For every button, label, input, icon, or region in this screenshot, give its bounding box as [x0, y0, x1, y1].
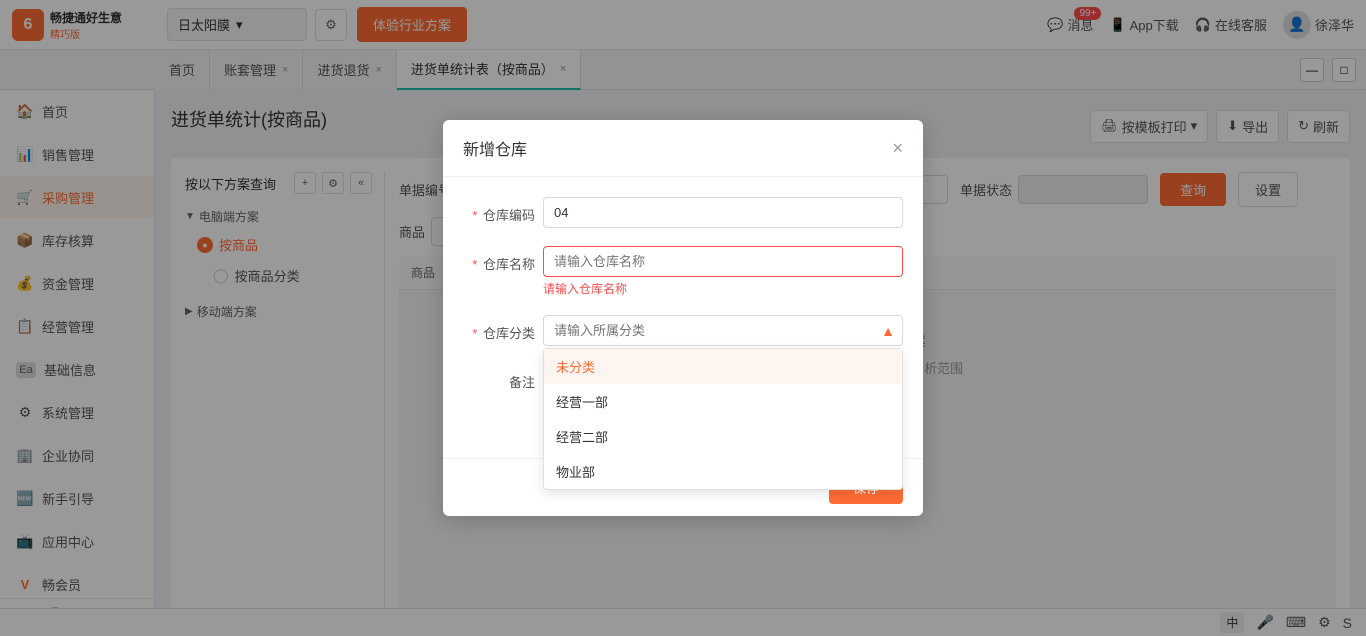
dialog-title: 新增仓库 — [463, 136, 527, 160]
field-warehouse-code: * 仓库编码 — [463, 197, 903, 228]
category-dropdown: 未分类 经营一部 经营二部 物业部 — [543, 348, 903, 490]
dialog-body: * 仓库编码 * 仓库名称 请输入仓库名称 * 仓库分类 ▲ — [443, 177, 923, 458]
warehouse-category-label: * 仓库分类 — [463, 315, 543, 342]
dialog-close-button[interactable]: × — [892, 138, 903, 159]
warehouse-name-label: * 仓库名称 — [463, 246, 543, 273]
required-star-3: * — [472, 326, 477, 341]
dropdown-item-dept2[interactable]: 经营二部 — [544, 419, 902, 454]
dropdown-item-dept3[interactable]: 物业部 — [544, 454, 902, 489]
field-warehouse-name: * 仓库名称 请输入仓库名称 — [463, 246, 903, 297]
name-error-message: 请输入仓库名称 — [543, 280, 903, 297]
warehouse-name-input[interactable] — [543, 246, 903, 277]
dropdown-item-uncategorized[interactable]: 未分类 — [544, 349, 902, 384]
required-star: * — [472, 208, 477, 223]
warehouse-name-wrap: 请输入仓库名称 — [543, 246, 903, 297]
category-dropdown-arrow-icon[interactable]: ▲ — [881, 323, 895, 339]
warehouse-category-wrap: ▲ 未分类 经营一部 经营二部 物业部 — [543, 315, 903, 346]
required-star-2: * — [472, 257, 477, 272]
add-warehouse-dialog: 新增仓库 × * 仓库编码 * 仓库名称 请输入仓库名称 * — [443, 120, 923, 516]
warehouse-code-label: * 仓库编码 — [463, 197, 543, 224]
dropdown-item-dept1[interactable]: 经营一部 — [544, 384, 902, 419]
warehouse-code-input[interactable] — [543, 197, 903, 228]
warehouse-category-input[interactable] — [543, 315, 903, 346]
note-label: 备注 — [463, 364, 543, 391]
dialog-header: 新增仓库 × — [443, 120, 923, 177]
field-warehouse-category: * 仓库分类 ▲ 未分类 经营一部 经营二部 物业部 — [463, 315, 903, 346]
